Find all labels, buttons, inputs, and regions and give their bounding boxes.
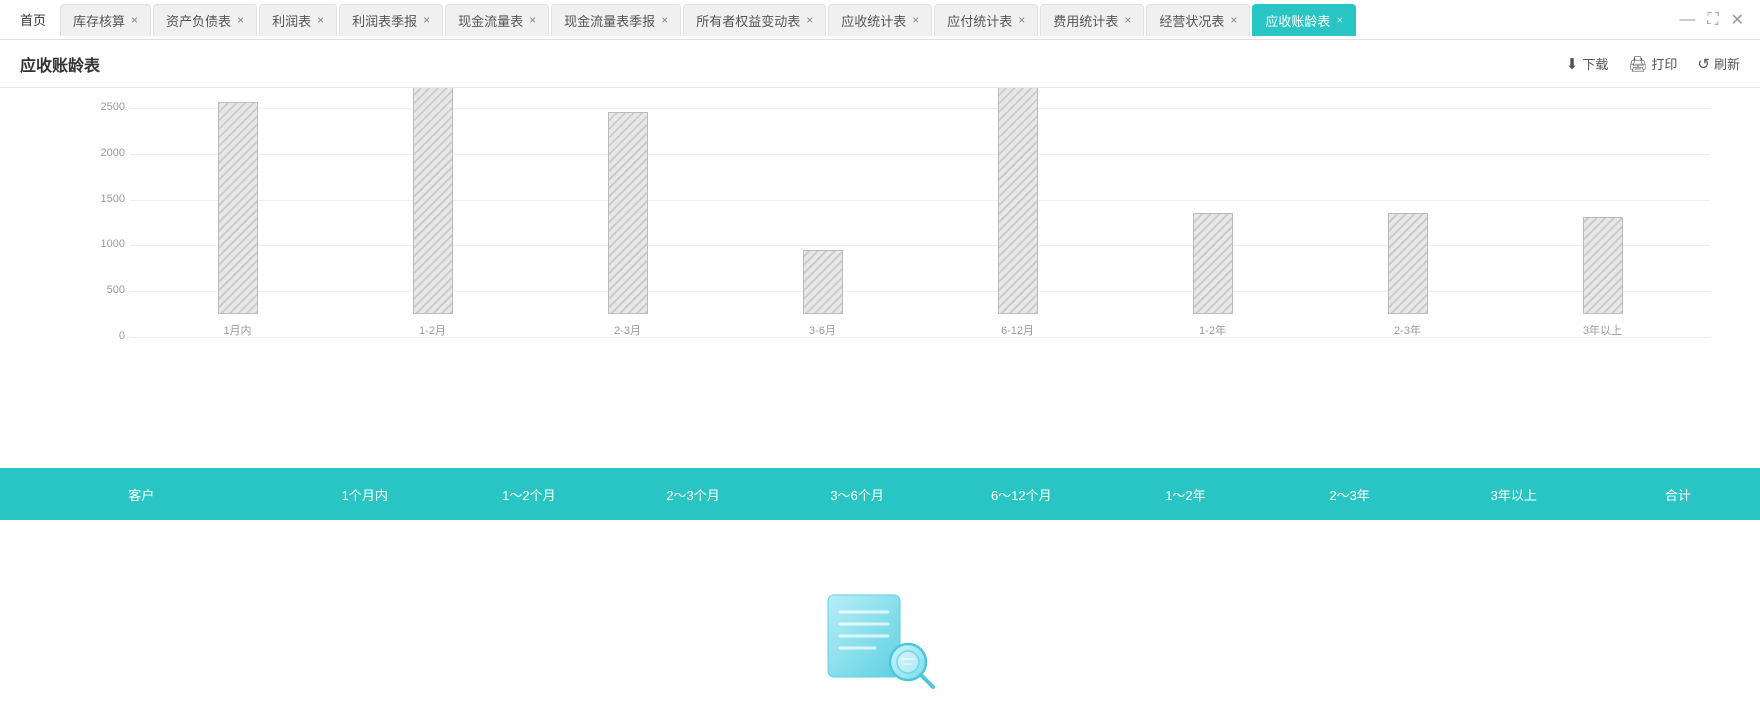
tab-close-cashflow[interactable]: × xyxy=(529,13,536,27)
col-header-over3y: 3年以上 xyxy=(1432,485,1596,504)
minimize-button[interactable]: — xyxy=(1679,11,1695,29)
tab-home[interactable]: 首页 xyxy=(8,4,58,36)
col-header-total: 合计 xyxy=(1596,485,1760,504)
tab-equity[interactable]: 所有者权益变动表× xyxy=(683,4,826,36)
col-header-within1m: 1个月内 xyxy=(283,485,447,504)
tab-close-cashflow-quarterly[interactable]: × xyxy=(661,13,668,27)
tab-balance-sheet[interactable]: 资产负债表× xyxy=(153,4,257,36)
bar-label-3: 3-6月 xyxy=(809,322,836,338)
table-header: 客户1个月内1～2个月2～3个月3～6个月6～12个月1～2年2～3年3年以上合… xyxy=(0,468,1760,520)
maximize-button[interactable]: ⛶ xyxy=(1707,11,1718,29)
col-header-2to3m: 2～3个月 xyxy=(611,485,775,504)
tab-profit-quarterly[interactable]: 利润表季报× xyxy=(339,4,443,36)
tab-cashflow-quarterly[interactable]: 现金流量表季报× xyxy=(551,4,681,36)
print-icon: 🖨 xyxy=(1628,55,1647,73)
bar-group-2: 2-3月 xyxy=(608,112,648,338)
bar-group-4: 6-12月 xyxy=(998,88,1038,338)
bar-group-0: 1月内 xyxy=(218,102,258,338)
tab-cashflow[interactable]: 现金流量表× xyxy=(445,4,549,36)
col-header-customer: 客户 xyxy=(0,485,283,504)
tab-profit[interactable]: 利润表× xyxy=(259,4,337,36)
table-body xyxy=(0,520,1760,720)
col-header-1to2m: 1～2个月 xyxy=(447,485,611,504)
tab-bar: 首页库存核算×资产负债表×利润表×利润表季报×现金流量表×现金流量表季报×所有者… xyxy=(0,0,1760,40)
bar-group-1: 1-2月 xyxy=(413,88,453,338)
y-axis-label-5: 0 xyxy=(85,330,125,342)
tab-close-inventory[interactable]: × xyxy=(131,13,138,27)
chart-area: 2500 2000 1500 1000 500 0 1月内 1-2月 2-3月 3-6月 6-12… xyxy=(0,88,1760,468)
y-axis-label-0: 2500 xyxy=(85,101,125,113)
tab-close-receivable-stats[interactable]: × xyxy=(912,13,919,27)
col-header-6to12m: 6～12个月 xyxy=(939,485,1103,504)
tab-close-expense-stats[interactable]: × xyxy=(1124,13,1131,27)
bar-6 xyxy=(1388,213,1428,314)
close-button[interactable]: ✕ xyxy=(1731,10,1744,30)
tab-receivable-aging[interactable]: 应收账龄表× xyxy=(1252,4,1356,36)
bar-label-2: 2-3月 xyxy=(614,322,641,338)
page-header: 应收账龄表 ⬇ 下载 🖨 打印 ↺ 刷新 xyxy=(0,40,1760,88)
download-icon: ⬇ xyxy=(1566,55,1579,73)
page-title: 应收账龄表 xyxy=(20,52,100,76)
empty-state xyxy=(820,570,940,690)
y-axis-label-4: 500 xyxy=(85,284,125,296)
col-header-1to2y: 1～2年 xyxy=(1103,485,1267,504)
y-axis-label-3: 1000 xyxy=(85,238,125,250)
tab-close-profit-quarterly[interactable]: × xyxy=(423,13,430,27)
bar-label-6: 2-3年 xyxy=(1394,322,1421,338)
tab-close-profit[interactable]: × xyxy=(317,13,324,27)
bar-group-3: 3-6月 xyxy=(803,250,843,338)
tab-business-status[interactable]: 经营状况表× xyxy=(1146,4,1250,36)
tab-close-equity[interactable]: × xyxy=(806,13,813,27)
print-button[interactable]: 🖨 打印 xyxy=(1628,54,1677,73)
empty-illustration xyxy=(820,590,940,690)
main-content: 2500 2000 1500 1000 500 0 1月内 1-2月 2-3月 3-6月 6-12… xyxy=(0,88,1760,720)
bar-label-1: 1-2月 xyxy=(419,322,446,338)
y-axis-label-2: 1500 xyxy=(85,193,125,205)
bar-1 xyxy=(413,88,453,314)
bar-0 xyxy=(218,102,258,314)
bar-group-7: 3年以上 xyxy=(1583,217,1623,338)
bar-label-5: 1-2年 xyxy=(1199,322,1226,338)
col-header-2to3y: 2～3年 xyxy=(1268,485,1432,504)
tab-expense-stats[interactable]: 费用统计表× xyxy=(1040,4,1144,36)
bar-label-4: 6-12月 xyxy=(1001,322,1034,338)
col-header-3to6m: 3～6个月 xyxy=(775,485,939,504)
refresh-icon: ↺ xyxy=(1697,55,1710,73)
bar-3 xyxy=(803,250,843,314)
download-button[interactable]: ⬇ 下载 xyxy=(1566,54,1609,73)
bar-5 xyxy=(1193,213,1233,314)
tab-close-balance-sheet[interactable]: × xyxy=(237,13,244,27)
bar-label-0: 1月内 xyxy=(223,322,251,338)
header-actions: ⬇ 下载 🖨 打印 ↺ 刷新 xyxy=(1566,54,1740,73)
bar-7 xyxy=(1583,217,1623,314)
refresh-button[interactable]: ↺ 刷新 xyxy=(1697,54,1740,73)
tab-close-business-status[interactable]: × xyxy=(1230,13,1237,27)
bar-2 xyxy=(608,112,648,314)
bar-group-6: 2-3年 xyxy=(1388,213,1428,338)
bar-group-5: 1-2年 xyxy=(1193,213,1233,338)
tab-payable-stats[interactable]: 应付统计表× xyxy=(934,4,1038,36)
window-controls: — ⛶ ✕ xyxy=(1679,10,1752,30)
bar-4 xyxy=(998,88,1038,314)
y-axis-label-1: 2000 xyxy=(85,147,125,159)
tab-inventory[interactable]: 库存核算× xyxy=(60,4,151,36)
bar-label-7: 3年以上 xyxy=(1583,322,1622,338)
tab-close-receivable-aging[interactable]: × xyxy=(1336,13,1343,27)
tab-receivable-stats[interactable]: 应收统计表× xyxy=(828,4,932,36)
tab-close-payable-stats[interactable]: × xyxy=(1018,13,1025,27)
